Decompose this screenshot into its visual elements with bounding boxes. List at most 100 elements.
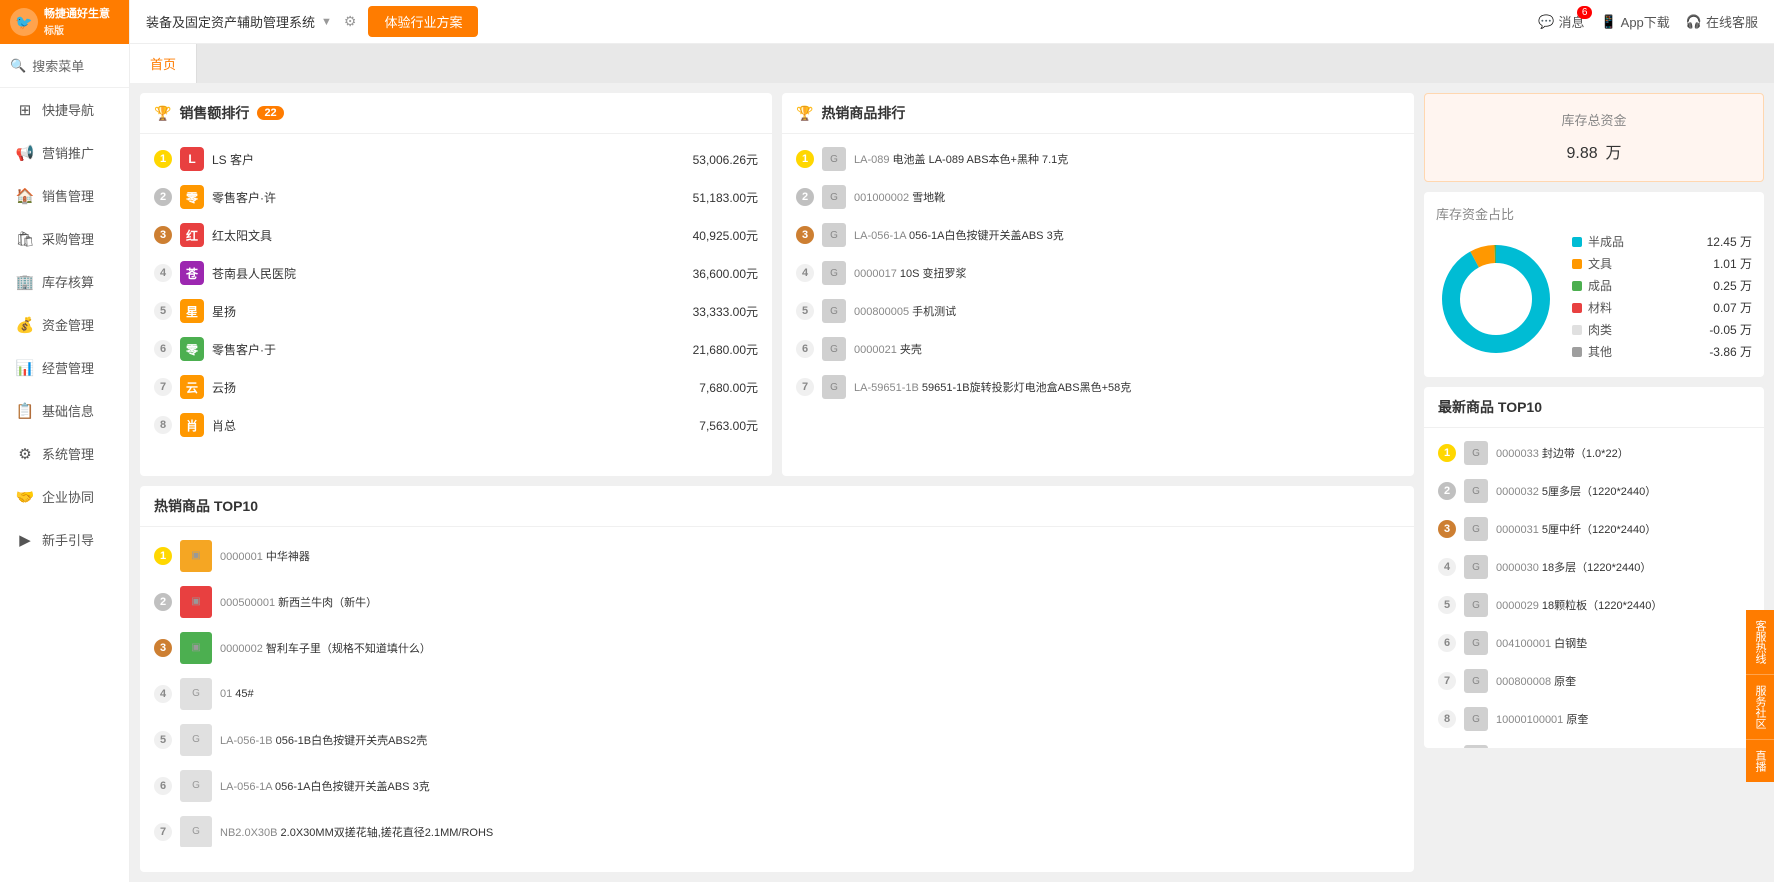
legend-label: 肉类 [1588,321,1703,338]
tab-home[interactable]: 首页 [130,44,197,83]
nav-quick-icon: ⊞ [16,101,34,119]
list-item[interactable]: 6G0000021 夹壳 [782,330,1414,368]
floating-button[interactable]: 客服热线 [1746,610,1774,675]
list-item[interactable]: 8G10000100001 原奎 [1424,700,1764,738]
legend-value: 0.25 万 [1713,277,1752,294]
topbar-right: 💬 消息 6 📱 App下载 🎧 在线客服 [1538,12,1758,31]
list-item[interactable]: 1LLS 客户53,006.26元 [140,140,772,178]
product-ranking-card: 🏆 热销商品排行 1GLA-089 电池盖 LA-089 ABS本色+黑种 7.… [782,93,1414,476]
rank-number: 4 [154,264,172,282]
list-item[interactable]: 4苍苍南县人民医院36,600.00元 [140,254,772,292]
legend-label: 文具 [1588,255,1707,272]
list-item[interactable]: 3▣0000002 智利车子里（规格不知道填什么） [140,625,1414,671]
list-item[interactable]: 1GLA-089 电池盖 LA-089 ABS本色+黑种 7.1克 [782,140,1414,178]
list-item[interactable]: 3G0000031 5厘中纤（1220*2440） [1424,510,1764,548]
product-image-placeholder: G [1464,479,1488,503]
list-item[interactable]: 5G000800005 手机测试 [782,292,1414,330]
list-item[interactable]: 7GNB2.0X30B 2.0X30MM双搓花轴,搓花直径2.1MM/ROHS [140,809,1414,847]
list-item[interactable]: 3红红太阳文具40,925.00元 [140,216,772,254]
rank-number: 2 [796,188,814,206]
trial-button[interactable]: 体验行业方案 [368,6,478,37]
list-item[interactable]: 6GLA-056-1A 056-1A白色按键开关盖ABS 3克 [140,763,1414,809]
sidebar-item-system[interactable]: ⚙ 系统管理 [0,432,129,475]
floating-button[interactable]: 直播 [1746,740,1774,782]
legend-label: 材料 [1588,299,1707,316]
product-image-placeholder: G [1464,631,1488,655]
legend-item: 肉类-0.05 万 [1572,321,1752,338]
system-selector[interactable]: 装备及固定资产辅助管理系统 ▼ [146,12,332,31]
product-image-placeholder: G [822,299,846,323]
customer-ranking-title: 销售额排行 [179,103,249,123]
list-item[interactable]: 8肖肖总7,563.00元 [140,406,772,444]
inventory-unit: 万 [1605,145,1621,162]
search-menu-section[interactable]: 🔍 搜索菜单 [0,44,129,88]
legend-color [1572,281,1582,291]
message-icon: 💬 [1538,14,1554,30]
hot-products-title: 热销商品 TOP10 [154,496,258,516]
settings-icon[interactable]: ⚙ [344,13,357,30]
online-service-button[interactable]: 🎧 在线客服 [1686,12,1758,31]
customer-amount: 7,680.00元 [699,379,758,396]
product-info: 0000017 10S 变扭罗浆 [854,265,1400,281]
legend-color [1572,259,1582,269]
rank-number: 2 [154,188,172,206]
product-rank-list: 1GLA-089 电池盖 LA-089 ABS本色+黑种 7.1克2G00100… [782,134,1414,412]
avatar: 零 [180,185,204,209]
list-item[interactable]: 2零零售客户·许51,183.00元 [140,178,772,216]
list-item[interactable]: 5星星扬33,333.00元 [140,292,772,330]
list-item[interactable]: 6G004100001 白钢垫 [1424,624,1764,662]
rank-number: 3 [796,226,814,244]
product-info: 0000033 封边带（1.0*22） [1496,445,1750,461]
sidebar: 🐦 畅捷通好生意 标版 🔍 搜索菜单 ⊞ 快捷导航 📢 营销推广 🏠 销售管理 … [0,0,130,882]
inventory-title: 库存总资金 [1441,110,1747,129]
floating-button[interactable]: 服务社区 [1746,675,1774,740]
customer-name: LS 客户 [212,151,685,168]
product-image-placeholder: G [1464,707,1488,731]
message-button[interactable]: 💬 消息 6 [1538,12,1584,31]
product-image: G [180,816,212,847]
legend-item: 其他-3.86 万 [1572,343,1752,360]
list-item[interactable]: 7GLA-59651-1B 59651-1B旋转投影灯电池盒ABS黑色+58克 [782,368,1414,406]
list-item[interactable]: 3GLA-056-1A 056-1A白色按键开关盖ABS 3克 [782,216,1414,254]
list-item[interactable]: 2▣000500001 新西兰牛肉（新牛） [140,579,1414,625]
list-item[interactable]: 5G0000029 18颗粒板（1220*2440） [1424,586,1764,624]
sidebar-item-finance[interactable]: 💰 资金管理 [0,303,129,346]
sidebar-item-basics[interactable]: 📋 基础信息 [0,389,129,432]
product-image-placeholder: G [1464,441,1488,465]
rank-number: 1 [796,150,814,168]
customer-name: 星扬 [212,303,685,320]
sidebar-item-inventory[interactable]: 🏢 库存核算 [0,260,129,303]
product-info: 0000021 夹壳 [854,341,1400,357]
list-item[interactable]: 2G001000002 雪地靴 [782,178,1414,216]
list-item[interactable]: 1▣0000001 中华神器 [140,533,1414,579]
sidebar-item-quick[interactable]: ⊞ 快捷导航 [0,88,129,131]
list-item[interactable]: 1G0000033 封边带（1.0*22） [1424,434,1764,472]
sidebar-item-sales[interactable]: 🏠 销售管理 [0,174,129,217]
list-item[interactable]: 2G0000032 5厘多层（1220*2440） [1424,472,1764,510]
list-item[interactable]: 9G0000028 体碗嘉枚味苏打饮品400毫升（1*15） [1424,738,1764,748]
sidebar-item-marketing[interactable]: 📢 营销推广 [0,131,129,174]
sidebar-item-guide[interactable]: ▶ 新手引导 [0,518,129,561]
nav-purchase-icon: 🛍 [16,230,34,248]
sidebar-item-purchase[interactable]: 🛍 采购管理 [0,217,129,260]
rank-number: 7 [1438,672,1456,690]
list-item[interactable]: 4G0000030 18多层（1220*2440） [1424,548,1764,586]
sidebar-item-operations[interactable]: 📊 经营管理 [0,346,129,389]
list-item[interactable]: 7云云扬7,680.00元 [140,368,772,406]
app-download-button[interactable]: 📱 App下载 [1600,12,1669,31]
legend-item: 半成品12.45 万 [1572,233,1752,250]
list-item[interactable]: 5GLA-056-1B 056-1B白色按键开关壳ABS2壳 [140,717,1414,763]
donut-chart [1436,239,1556,359]
list-item[interactable]: 6零零售客户·于21,680.00元 [140,330,772,368]
sidebar-item-collab[interactable]: 🤝 企业协同 [0,475,129,518]
list-item[interactable]: 4G01 45# [140,671,1414,717]
search-menu-button[interactable]: 🔍 搜索菜单 [10,52,119,79]
legend-label: 半成品 [1588,233,1701,250]
main-area: 装备及固定资产辅助管理系统 ▼ ⚙ 体验行业方案 💬 消息 6 📱 App下载 … [130,0,1774,882]
system-dropdown-arrow[interactable]: ▼ [321,16,332,28]
list-item[interactable]: 4G0000017 10S 变扭罗浆 [782,254,1414,292]
list-item[interactable]: 7G000800008 原奎 [1424,662,1764,700]
product-image-placeholder: G [822,147,846,171]
hot-products-list: 1▣0000001 中华神器2▣000500001 新西兰牛肉（新牛）3▣000… [140,527,1414,847]
nav-system-icon: ⚙ [16,445,34,463]
